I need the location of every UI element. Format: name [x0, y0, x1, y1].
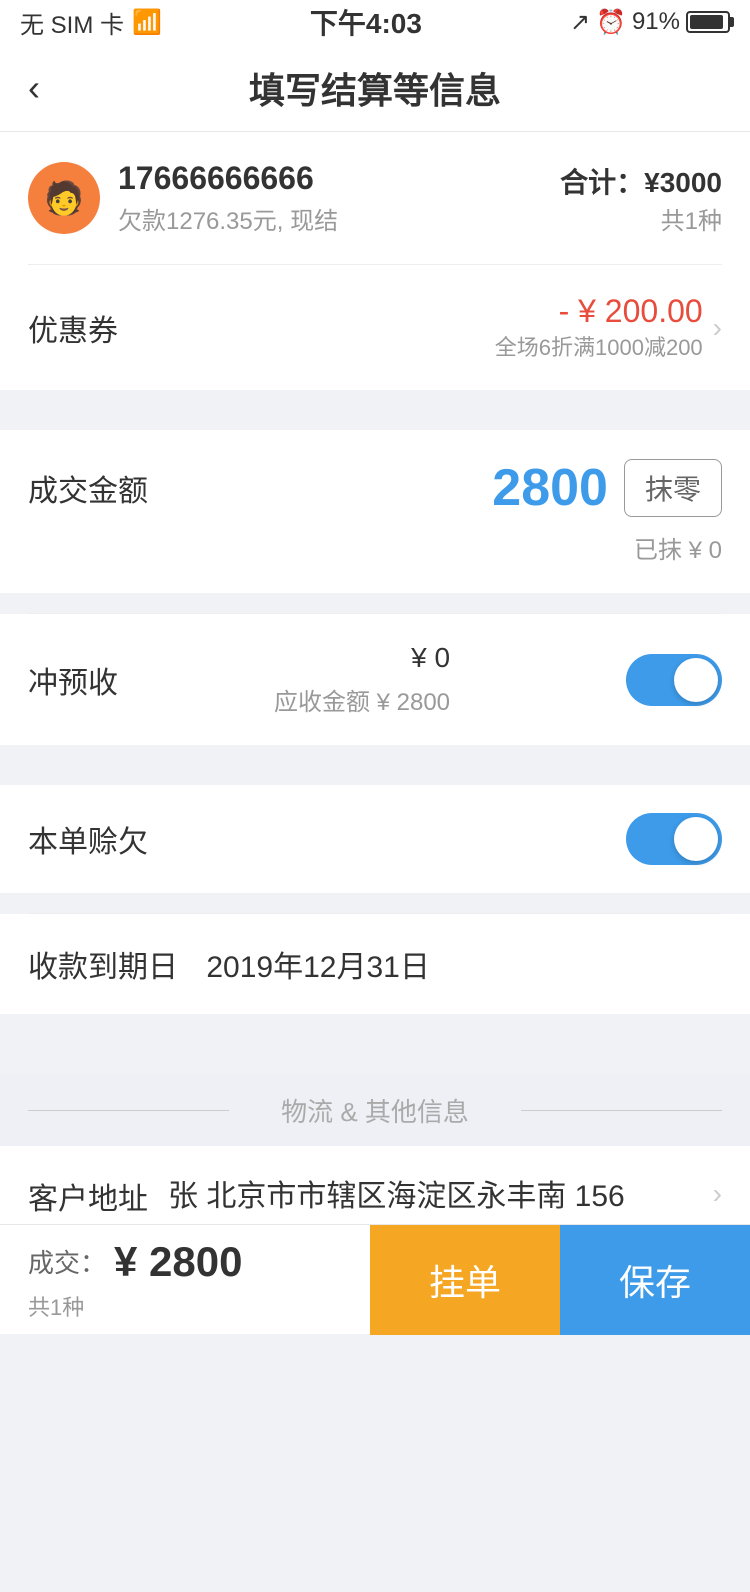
footer-count: 共1种: [28, 1290, 342, 1322]
debt-label: 本单赊欠: [28, 817, 148, 861]
footer: 成交： ¥ 2800 共1种 挂单 保存: [0, 1224, 750, 1334]
coupon-sub: 全场6折满1000减200: [495, 330, 703, 362]
address-label: 客户地址: [28, 1174, 148, 1218]
customer-left: 🧑 17666666666 欠款1276.35元, 现结: [28, 160, 338, 236]
location-icon: ↗: [570, 8, 590, 37]
main-content: 🧑 17666666666 欠款1276.35元, 现结 合计：¥3000 共1…: [0, 132, 750, 1592]
battery-percent: 91%: [632, 8, 680, 36]
gray-divider-3: [0, 1034, 750, 1054]
debt-toggle-knob: [674, 817, 718, 861]
bottom-gray-area: [0, 1312, 750, 1472]
round-button[interactable]: 抹零: [624, 459, 722, 517]
status-time: 下午4:03: [310, 2, 422, 42]
debt-row: 本单赊欠: [0, 785, 750, 893]
prepay-right: ¥ 0 应收金额 ¥ 2800: [274, 642, 450, 717]
carrier-text: 无 SIM 卡: [20, 5, 124, 40]
prepay-toggle[interactable]: [626, 654, 722, 706]
status-bar: 无 SIM 卡 📶 下午4:03 ↗ ⏰ 91%: [0, 0, 750, 44]
customer-phone: 17666666666: [118, 160, 338, 197]
customer-card: 🧑 17666666666 欠款1276.35元, 现结 合计：¥3000 共1…: [0, 132, 750, 390]
prepay-value: ¥ 0: [411, 642, 450, 674]
status-left: 无 SIM 卡 📶: [20, 5, 162, 40]
prepay-label: 冲预收: [28, 658, 118, 702]
status-right: ↗ ⏰ 91%: [570, 8, 730, 37]
logistics-label: 物流 & 其他信息: [281, 1092, 469, 1129]
prepay-row: 冲预收 ¥ 0 应收金额 ¥ 2800: [0, 614, 750, 745]
footer-deal-amount: ¥ 2800: [114, 1238, 242, 1286]
battery-fill: [690, 15, 723, 29]
amount-label: 成交金额: [28, 466, 148, 510]
due-date-value: 2019年12月31日: [206, 951, 429, 984]
prepay-sub: 应收金额 ¥ 2800: [274, 682, 450, 717]
coupon-label: 优惠券: [28, 306, 118, 350]
gray-divider-2: [0, 765, 750, 785]
nav-bar: ‹ 填写结算等信息: [0, 44, 750, 132]
customer-info: 17666666666 欠款1276.35元, 现结: [118, 160, 338, 236]
footer-info: 成交： ¥ 2800 共1种: [0, 1238, 370, 1322]
divider-line-right: [521, 1110, 722, 1111]
coupon-value: - ¥ 200.00: [495, 293, 703, 330]
due-date-row: 收款到期日 2019年12月31日: [0, 914, 750, 1014]
address-chevron-icon: ›: [713, 1174, 722, 1210]
total-value: 合计：¥3000: [560, 161, 722, 201]
customer-sub: 欠款1276.35元, 现结: [118, 201, 338, 236]
debt-toggle[interactable]: [626, 813, 722, 865]
logistics-section-header: 物流 & 其他信息: [0, 1074, 750, 1146]
save-button[interactable]: 保存: [560, 1225, 750, 1335]
amount-right: 2800 抹零: [492, 458, 722, 518]
footer-deal-row: 成交： ¥ 2800: [28, 1238, 342, 1286]
wifi-icon: 📶: [132, 8, 162, 37]
prepay-toggle-knob: [674, 658, 718, 702]
footer-deal-label: 成交：: [28, 1243, 106, 1280]
due-date-label: 收款到期日: [28, 951, 178, 984]
page-title: 填写结算等信息: [249, 62, 501, 114]
amount-section: 成交金额 2800 抹零 已抹 ¥ 0: [0, 430, 750, 593]
amount-row: 成交金额 2800 抹零: [28, 458, 722, 518]
alarm-icon: ⏰: [596, 8, 626, 37]
amount-sub: 已抹 ¥ 0: [634, 537, 722, 564]
avatar: 🧑: [28, 162, 100, 234]
amount-value: 2800: [492, 458, 608, 518]
coupon-info: - ¥ 200.00 全场6折满1000减200: [495, 293, 703, 362]
total-count: 共1种: [560, 201, 722, 236]
coupon-row[interactable]: 优惠券 - ¥ 200.00 全场6折满1000减200 ›: [0, 265, 750, 390]
customer-row: 🧑 17666666666 欠款1276.35元, 现结 合计：¥3000 共1…: [0, 132, 750, 264]
hold-button[interactable]: 挂单: [370, 1225, 560, 1335]
divider-line-left: [28, 1110, 229, 1111]
avatar-icon: 🧑: [44, 179, 84, 217]
coupon-chevron-icon: ›: [713, 312, 722, 344]
back-button[interactable]: ‹: [28, 67, 40, 109]
gray-divider-1: [0, 410, 750, 430]
coupon-right: - ¥ 200.00 全场6折满1000减200 ›: [495, 293, 722, 362]
battery-icon: [686, 11, 730, 33]
customer-total: 合计：¥3000 共1种: [560, 161, 722, 236]
